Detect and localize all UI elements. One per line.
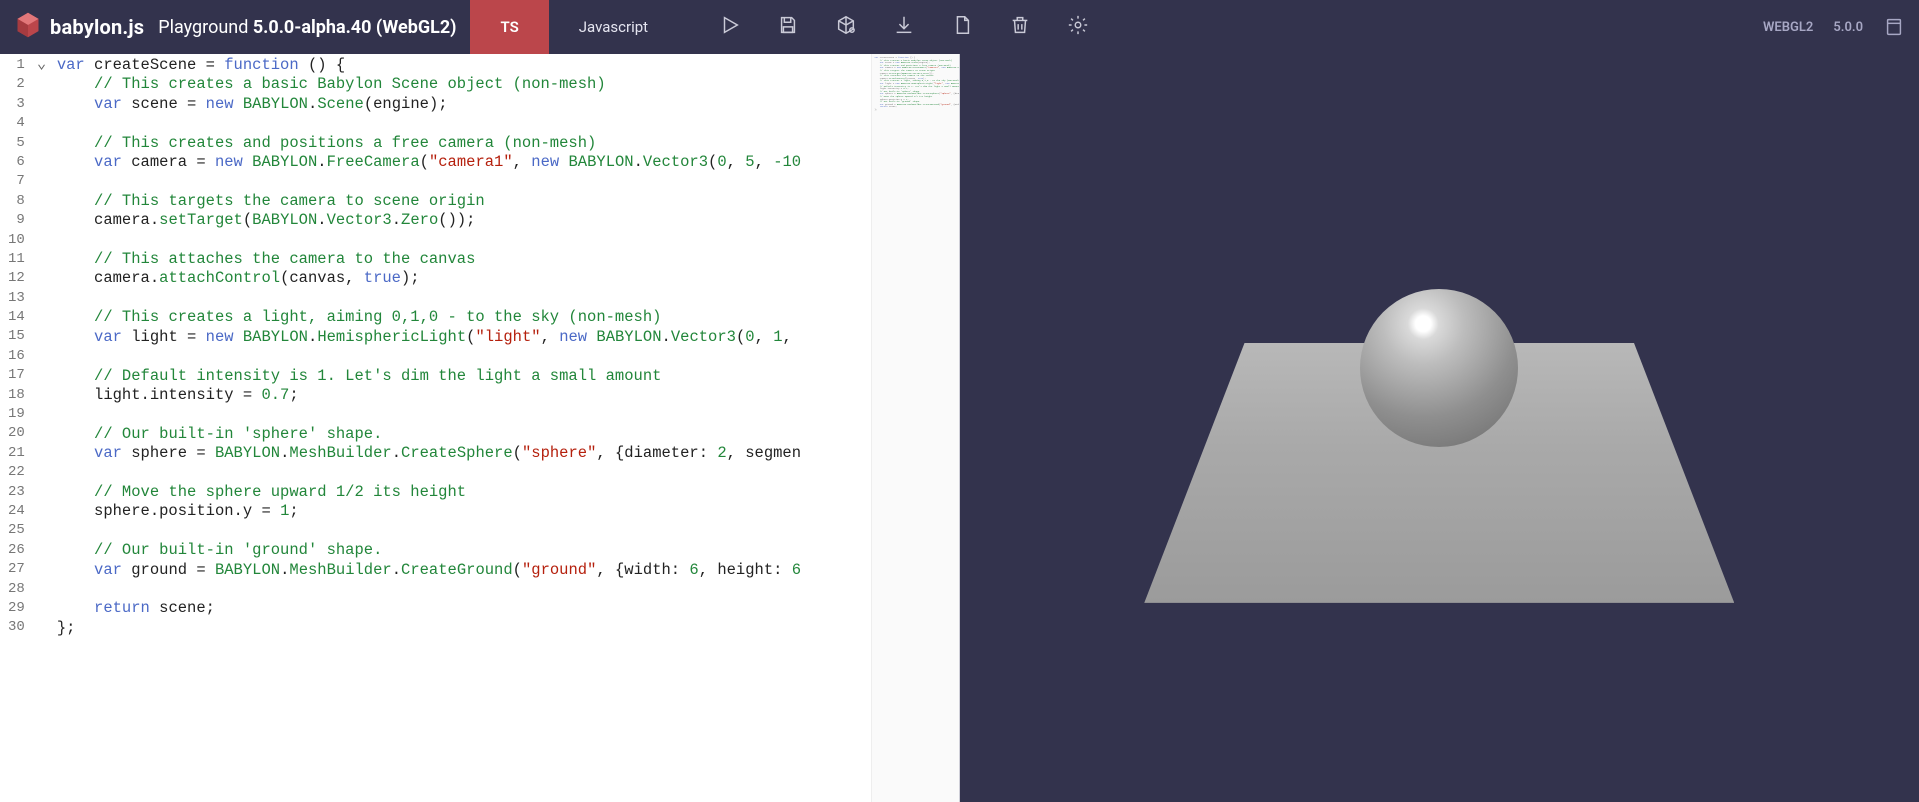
cube-gear-icon (835, 14, 857, 40)
clear-button[interactable] (1008, 15, 1032, 39)
gear-icon (1067, 14, 1089, 40)
save-button[interactable] (776, 15, 800, 39)
logo-icon (14, 11, 42, 43)
tab-javascript[interactable]: Javascript (549, 0, 678, 54)
tab-ts-label: TS (500, 18, 518, 36)
save-icon (777, 14, 799, 40)
scene (960, 54, 1919, 802)
code-area[interactable]: var createScene = function () { // This … (55, 54, 801, 802)
download-icon (893, 14, 915, 40)
engine-label[interactable]: WEBGL2 (1763, 20, 1813, 35)
playground-label: Playground 5.0.0-alpha.40 (WebGL2) (158, 17, 456, 38)
fold-column[interactable]: ⌄ (37, 54, 55, 802)
code-editor[interactable]: 1234567891011121314151617181920212223242… (0, 54, 960, 802)
fullscreen-icon (1883, 27, 1905, 42)
inspector-button[interactable] (834, 15, 858, 39)
download-button[interactable] (892, 15, 916, 39)
trash-icon (1009, 14, 1031, 40)
run-button[interactable] (718, 15, 742, 39)
tab-typescript[interactable]: TS (470, 0, 548, 54)
scene-sphere (1360, 289, 1518, 447)
render-canvas[interactable] (960, 54, 1919, 802)
minimap[interactable]: var createScene = function () { // This … (871, 54, 959, 802)
play-icon (719, 14, 741, 40)
tab-js-label: Javascript (579, 18, 648, 36)
line-number-gutter: 1234567891011121314151617181920212223242… (0, 54, 37, 802)
file-icon (951, 14, 973, 40)
brand[interactable]: babylon.js Playground 5.0.0-alpha.40 (We… (0, 0, 470, 54)
brand-name: babylon.js (50, 15, 144, 39)
version-label[interactable]: 5.0.0 (1833, 20, 1863, 35)
settings-button[interactable] (1066, 15, 1090, 39)
app-header: babylon.js Playground 5.0.0-alpha.40 (We… (0, 0, 1919, 54)
header-right: WEBGL2 5.0.0 (1763, 0, 1919, 54)
new-button[interactable] (950, 15, 974, 39)
main-split: 1234567891011121314151617181920212223242… (0, 54, 1919, 802)
fullscreen-button[interactable] (1883, 16, 1905, 38)
toolbar (718, 0, 1090, 54)
